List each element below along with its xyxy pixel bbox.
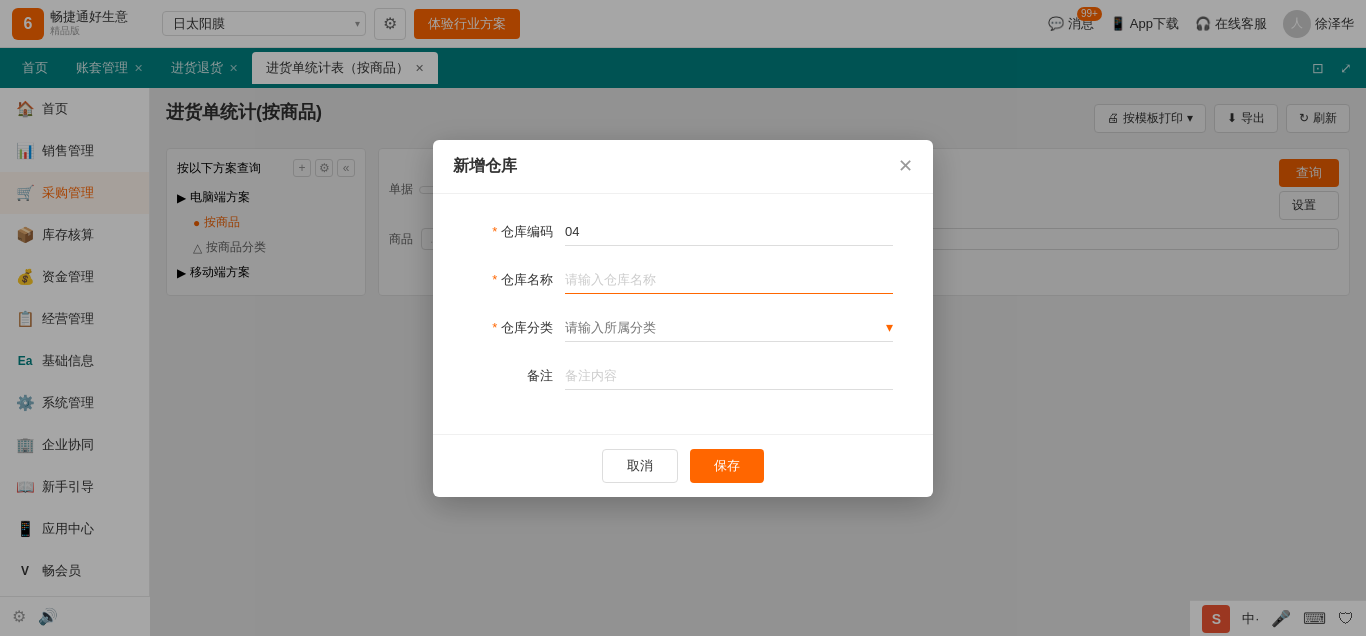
note-label: 备注: [473, 367, 553, 385]
cancel-button[interactable]: 取消: [602, 449, 678, 483]
category-select-wrap[interactable]: ▾: [565, 314, 893, 342]
code-input[interactable]: [565, 218, 893, 246]
category-dropdown-arrow: ▾: [886, 319, 893, 335]
modal-body: 仓库编码 仓库名称 仓库分类 ▾ 备注: [433, 194, 933, 434]
form-row-category: 仓库分类 ▾: [473, 314, 893, 342]
form-row-name: 仓库名称: [473, 266, 893, 294]
name-label: 仓库名称: [473, 271, 553, 289]
modal-overlay: 新增仓库 ✕ 仓库编码 仓库名称 仓库分类 ▾: [0, 0, 1366, 636]
form-row-note: 备注: [473, 362, 893, 390]
modal-new-warehouse: 新增仓库 ✕ 仓库编码 仓库名称 仓库分类 ▾: [433, 140, 933, 497]
save-button[interactable]: 保存: [690, 449, 764, 483]
modal-footer: 取消 保存: [433, 434, 933, 497]
modal-header: 新增仓库 ✕: [433, 140, 933, 194]
code-label: 仓库编码: [473, 223, 553, 241]
modal-close-button[interactable]: ✕: [898, 157, 913, 175]
form-row-code: 仓库编码: [473, 218, 893, 246]
category-label: 仓库分类: [473, 319, 553, 337]
note-input[interactable]: [565, 362, 893, 390]
modal-title: 新增仓库: [453, 156, 517, 177]
name-input[interactable]: [565, 266, 893, 294]
category-input[interactable]: [565, 314, 886, 341]
